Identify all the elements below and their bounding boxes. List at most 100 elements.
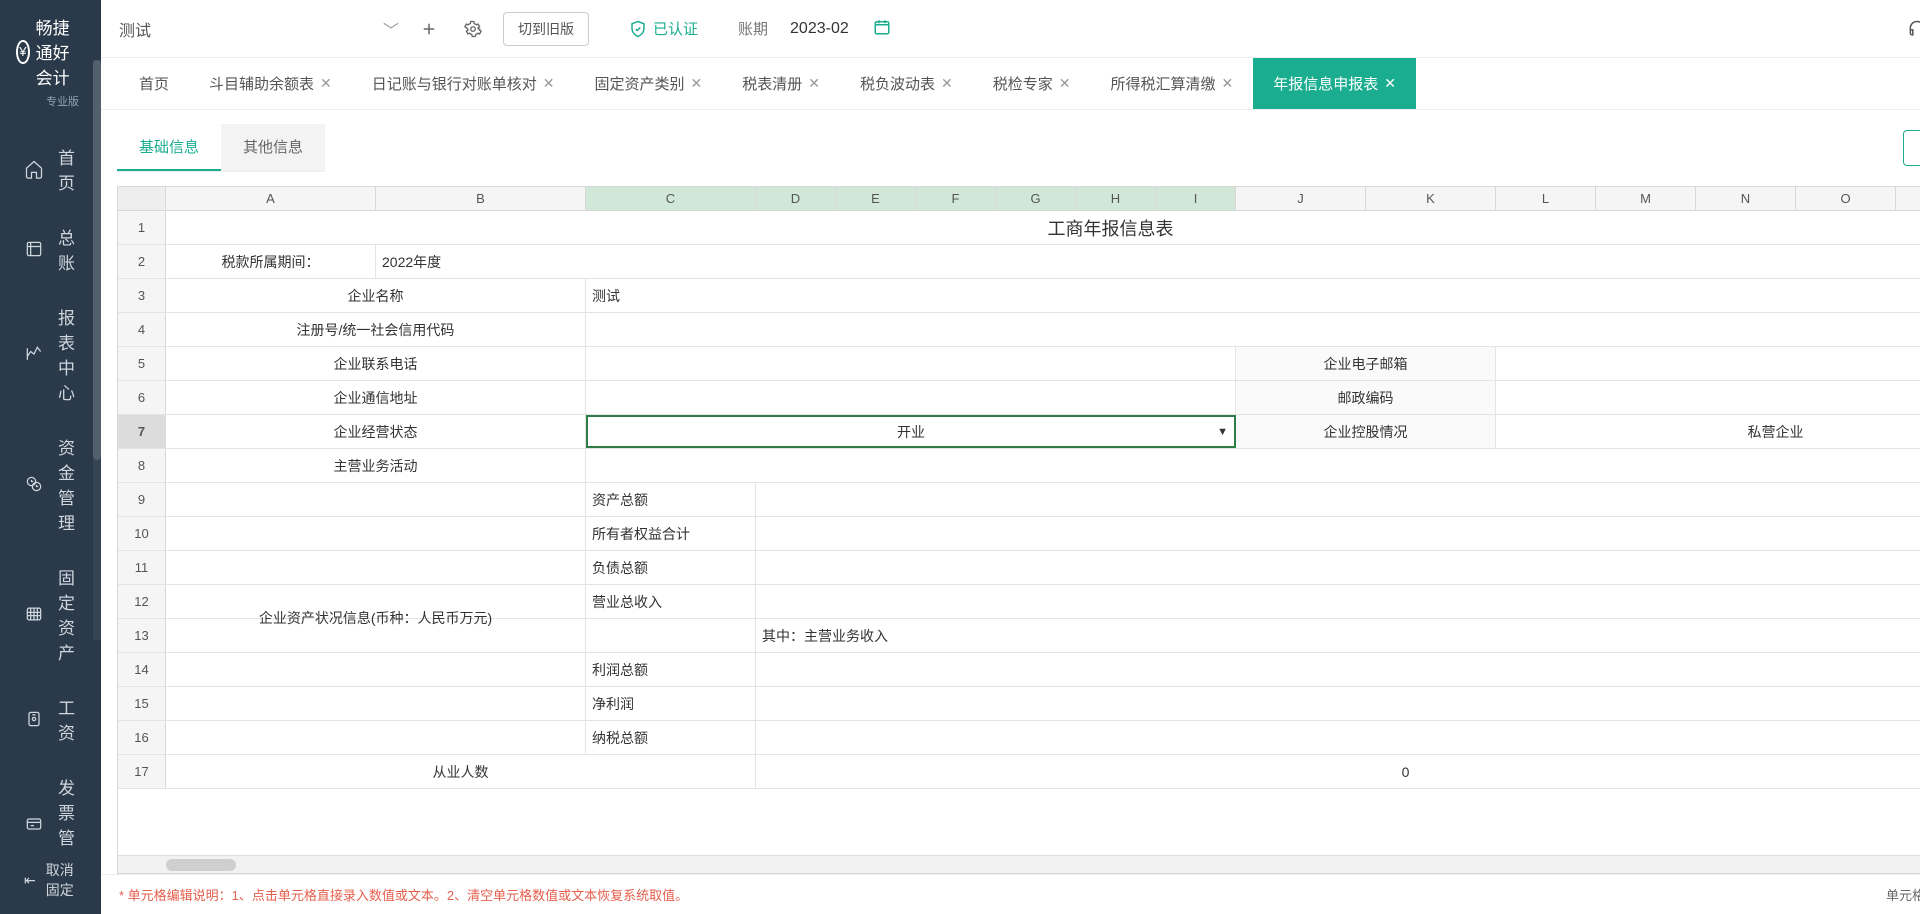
subtab-other[interactable]: 其他信息: [221, 124, 325, 171]
add-button[interactable]: [415, 15, 443, 43]
col-header-F[interactable]: F: [916, 187, 996, 210]
row-header[interactable]: 9: [118, 483, 166, 516]
sidebar-scrollbar[interactable]: [93, 60, 101, 640]
label[interactable]: 企业通信地址: [166, 381, 586, 414]
col-header-C[interactable]: C: [586, 187, 756, 210]
label[interactable]: 纳税总额: [586, 721, 756, 754]
label[interactable]: 主营业务活动: [166, 449, 586, 482]
row-header[interactable]: 4: [118, 313, 166, 346]
row-header[interactable]: 14: [118, 653, 166, 686]
label[interactable]: 邮政编码: [1236, 381, 1496, 414]
close-icon[interactable]: ✕: [1059, 75, 1071, 92]
switch-old-button[interactable]: 切到旧版: [503, 12, 589, 46]
sidebar-item-0[interactable]: 首页: [0, 129, 101, 209]
sheet-body[interactable]: 1工商年报信息表2税款所属期间：2022年度3企业名称测试4注册号/统一社会信用…: [118, 211, 1920, 855]
row-header[interactable]: 3: [118, 279, 166, 312]
row-header[interactable]: 13: [118, 619, 166, 652]
tab-8[interactable]: 年报信息申报表✕: [1253, 58, 1416, 109]
tab-2[interactable]: 日记账与银行对账单核对✕: [352, 58, 575, 109]
close-icon[interactable]: ✕: [1384, 75, 1396, 92]
row-header[interactable]: 1: [118, 211, 166, 244]
tab-0[interactable]: 首页: [119, 58, 189, 109]
value[interactable]: [1496, 347, 1920, 380]
col-header-O[interactable]: O: [1796, 187, 1896, 210]
close-icon[interactable]: ✕: [320, 75, 332, 92]
cell[interactable]: [586, 619, 756, 652]
row-header[interactable]: 7: [118, 415, 166, 448]
row-header[interactable]: 11: [118, 551, 166, 584]
label[interactable]: 企业电子邮箱: [1236, 347, 1496, 380]
value[interactable]: [756, 517, 1920, 550]
row-header[interactable]: 17: [118, 755, 166, 788]
label[interactable]: 从业人数: [166, 755, 756, 788]
label[interactable]: 企业经营状态: [166, 415, 586, 448]
value[interactable]: [756, 653, 1920, 686]
row-header[interactable]: 8: [118, 449, 166, 482]
label[interactable]: 利润总额: [586, 653, 756, 686]
sidebar-unpin[interactable]: ⇤ 取消固定: [0, 846, 101, 914]
label[interactable]: 注册号/统一社会信用代码: [166, 313, 586, 346]
value[interactable]: [586, 449, 1920, 482]
sidebar-item-6[interactable]: 发票管理: [0, 759, 101, 846]
label[interactable]: 净利润: [586, 687, 756, 720]
sidebar-item-3[interactable]: 资金管理: [0, 419, 101, 549]
col-header-K[interactable]: K: [1366, 187, 1496, 210]
label[interactable]: 其中：主营业务收入: [756, 619, 1920, 652]
value[interactable]: [756, 551, 1920, 584]
value[interactable]: 私营企业: [1496, 415, 1920, 448]
horizontal-scrollbar[interactable]: [118, 855, 1920, 873]
label[interactable]: 营业总收入: [586, 585, 756, 618]
label[interactable]: 企业控股情况: [1236, 415, 1496, 448]
row-header[interactable]: 16: [118, 721, 166, 754]
consult-button[interactable]: 人工咨询: [1907, 18, 1920, 39]
sidebar-item-4[interactable]: 固定资产: [0, 549, 101, 679]
col-header-P[interactable]: P: [1896, 187, 1920, 210]
label[interactable]: 企业名称: [166, 279, 586, 312]
tab-1[interactable]: 斗目辅助余额表✕: [189, 58, 352, 109]
reset-report-button[interactable]: 重置报表: [1903, 130, 1920, 166]
value[interactable]: 测试: [586, 279, 1920, 312]
col-header-D[interactable]: D: [756, 187, 836, 210]
tab-6[interactable]: 税检专家✕: [973, 58, 1091, 109]
tab-5[interactable]: 税负波动表✕: [840, 58, 973, 109]
value[interactable]: [1496, 381, 1920, 414]
value[interactable]: 0: [756, 755, 1920, 788]
value[interactable]: 2022年度: [376, 245, 1920, 278]
col-header-L[interactable]: L: [1496, 187, 1596, 210]
row-header[interactable]: 5: [118, 347, 166, 380]
label[interactable]: 税款所属期间：: [166, 245, 376, 278]
subtab-basic[interactable]: 基础信息: [117, 124, 221, 171]
col-header-M[interactable]: M: [1596, 187, 1696, 210]
value[interactable]: [586, 347, 1236, 380]
label[interactable]: 负债总额: [586, 551, 756, 584]
sidebar-item-1[interactable]: 总账: [0, 209, 101, 289]
close-icon[interactable]: ✕: [691, 75, 703, 92]
tab-4[interactable]: 税表清册✕: [722, 58, 840, 109]
close-icon[interactable]: ✕: [543, 75, 555, 92]
row-header[interactable]: 12: [118, 585, 166, 618]
row-header[interactable]: 10: [118, 517, 166, 550]
col-header-G[interactable]: G: [996, 187, 1076, 210]
select-all-corner[interactable]: [118, 187, 166, 210]
close-icon[interactable]: ✕: [941, 75, 953, 92]
close-icon[interactable]: ✕: [808, 75, 820, 92]
value[interactable]: [756, 483, 1920, 516]
tab-7[interactable]: 所得税汇算清缴✕: [1091, 58, 1254, 109]
value[interactable]: [586, 313, 1920, 346]
sidebar-item-5[interactable]: 工资: [0, 679, 101, 759]
close-icon[interactable]: ✕: [1222, 75, 1234, 92]
value[interactable]: [756, 687, 1920, 720]
label[interactable]: 资产总额: [586, 483, 756, 516]
sidebar-item-2[interactable]: 报表中心: [0, 289, 101, 419]
value[interactable]: [756, 585, 1920, 618]
col-header-N[interactable]: N: [1696, 187, 1796, 210]
col-header-J[interactable]: J: [1236, 187, 1366, 210]
label[interactable]: 企业联系电话: [166, 347, 586, 380]
col-header-B[interactable]: B: [376, 187, 586, 210]
business-status-dropdown[interactable]: 开业▼: [586, 415, 1236, 448]
col-header-H[interactable]: H: [1076, 187, 1156, 210]
row-header[interactable]: 2: [118, 245, 166, 278]
row-header[interactable]: 15: [118, 687, 166, 720]
label[interactable]: 所有者权益合计: [586, 517, 756, 550]
value[interactable]: [756, 721, 1920, 754]
